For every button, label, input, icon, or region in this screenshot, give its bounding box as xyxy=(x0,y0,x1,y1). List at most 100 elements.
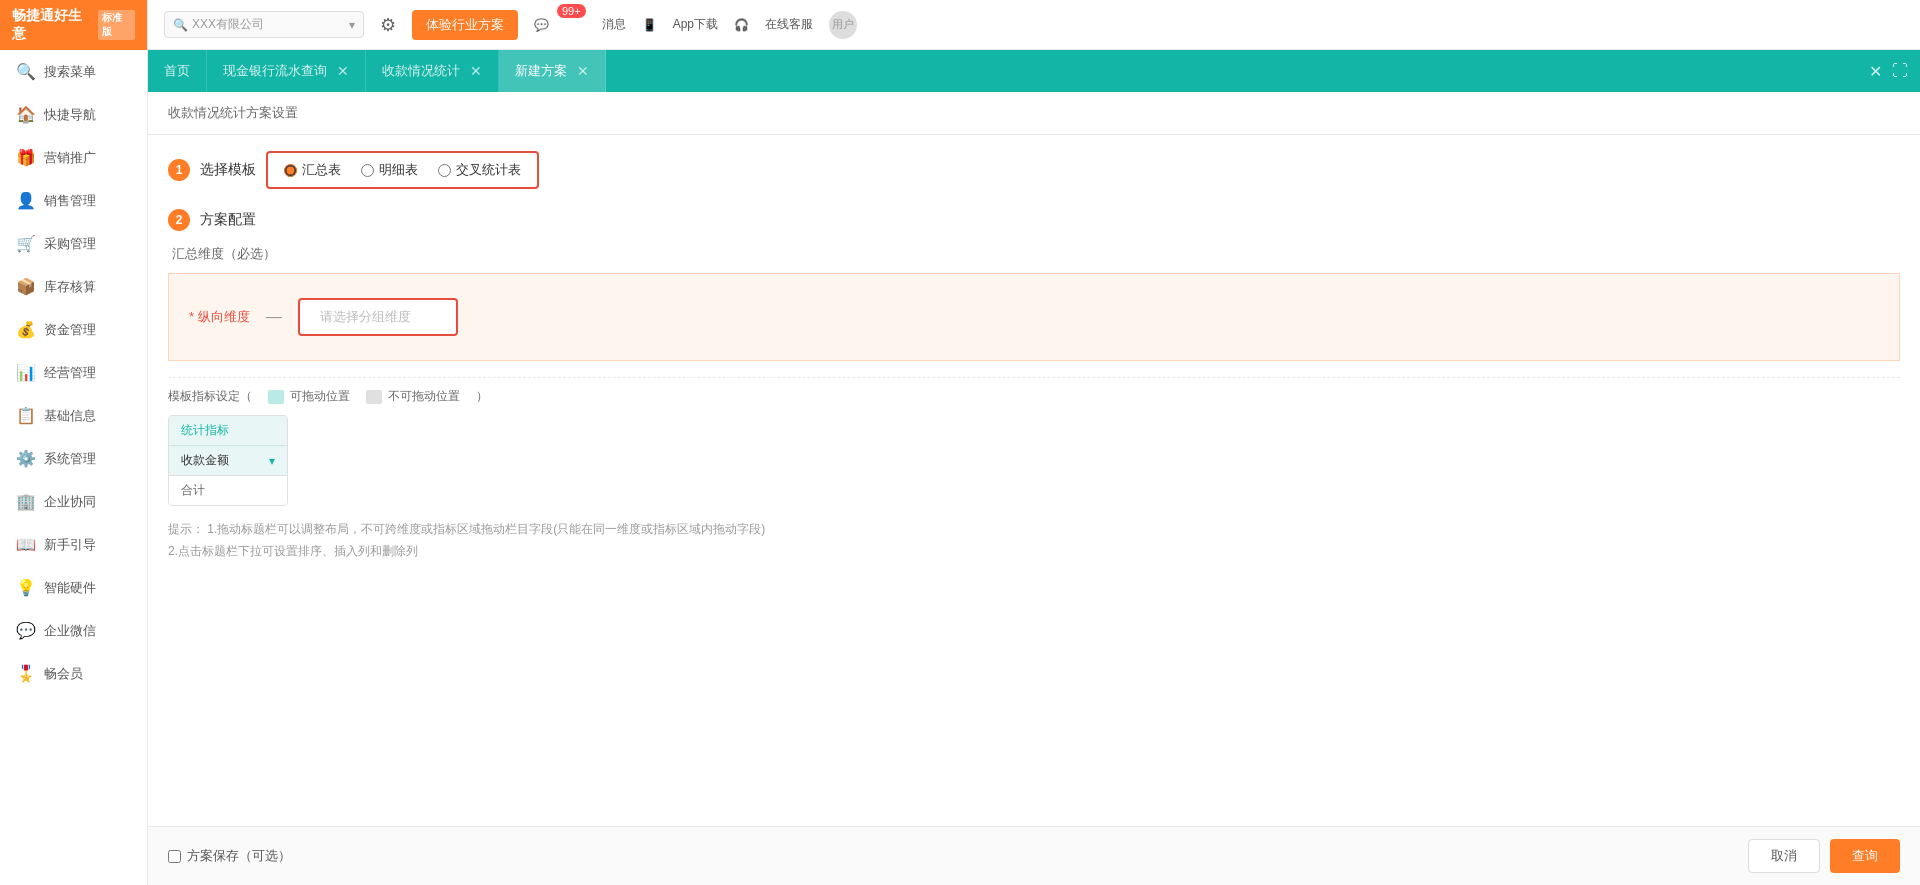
topbar: 🔍 XXX有限公司 ▾ ⚙ 体验行业方案 💬 99+ 消息 📱 App下载 🎧 … xyxy=(148,0,1920,50)
main-area: 🔍 XXX有限公司 ▾ ⚙ 体验行业方案 💬 99+ 消息 📱 App下载 🎧 … xyxy=(148,0,1920,885)
template-options: 汇总表 明细表 交叉统计表 xyxy=(266,151,539,189)
chevron-down-icon: ▾ xyxy=(349,18,355,32)
sidebar-item-inventory[interactable]: 📦 库存核算 xyxy=(0,265,147,308)
building-icon: 🏢 xyxy=(16,492,36,511)
sidebar-item-label: 采购管理 xyxy=(44,235,96,253)
tip-2: 2.点击标题栏下拉可设置排序、插入列和删除列 xyxy=(168,541,1900,563)
sidebar-item-finance[interactable]: 💰 资金管理 xyxy=(0,308,147,351)
settings-gear-icon[interactable]: ⚙ xyxy=(380,14,396,36)
radio-summary-input[interactable] xyxy=(284,164,297,177)
metrics-table-header: 统计指标 xyxy=(169,416,287,446)
radio-cross-input[interactable] xyxy=(438,164,451,177)
sidebar-item-label: 畅会员 xyxy=(44,665,83,683)
sidebar-item-operation[interactable]: 📊 经营管理 xyxy=(0,351,147,394)
radio-summary-label: 汇总表 xyxy=(302,161,341,179)
sidebar-item-quick-nav[interactable]: 🏠 快捷导航 xyxy=(0,93,147,136)
message-label[interactable]: 消息 xyxy=(602,16,626,33)
sidebar-item-label: 搜索菜单 xyxy=(44,63,96,81)
tab-expand-icon[interactable]: ⛶ xyxy=(1892,62,1908,80)
message-badge: 99+ xyxy=(557,4,586,18)
save-checkbox[interactable] xyxy=(168,850,181,863)
dimension-select[interactable]: 请选择分组维度 xyxy=(298,298,458,336)
legend-fixed: 不可拖动位置 xyxy=(366,388,460,405)
download-label[interactable]: App下载 xyxy=(673,16,718,33)
tab-home[interactable]: 首页 xyxy=(148,50,207,92)
sidebar-item-system[interactable]: ⚙️ 系统管理 xyxy=(0,437,147,480)
step2-num: 2 xyxy=(168,209,190,231)
logo-text: 畅捷通好生意 xyxy=(12,7,94,43)
step2-header: 2 方案配置 xyxy=(168,209,1900,231)
sidebar-item-marketing[interactable]: 🎁 营销推广 xyxy=(0,136,147,179)
sidebar-item-basic[interactable]: 📋 基础信息 xyxy=(0,394,147,437)
step2-section: 2 方案配置 汇总维度（必选） 纵向维度 — 请选择分组维度 模板指标设定（ xyxy=(168,209,1900,572)
book-icon: 📖 xyxy=(16,535,36,554)
tab-new-plan[interactable]: 新建方案 ✕ xyxy=(499,50,606,92)
avatar[interactable]: 用户 xyxy=(829,11,857,39)
sidebar-item-label: 营销推广 xyxy=(44,149,96,167)
tab-new-plan-close-icon[interactable]: ✕ xyxy=(577,63,589,79)
draggable-legend-label: 可拖动位置 xyxy=(290,388,350,405)
metrics-header: 模板指标设定（ 可拖动位置 不可拖动位置 ） xyxy=(168,377,1900,415)
version-badge: 标准版 xyxy=(98,10,135,40)
sidebar-item-hardware[interactable]: 💡 智能硬件 xyxy=(0,566,147,609)
sidebar-item-label: 系统管理 xyxy=(44,450,96,468)
radio-detail-input[interactable] xyxy=(361,164,374,177)
sidebar-item-label: 资金管理 xyxy=(44,321,96,339)
industry-plan-button[interactable]: 体验行业方案 xyxy=(412,10,518,40)
bottom-actions: 取消 查询 xyxy=(1748,839,1900,873)
save-option: 方案保存（可选） xyxy=(168,847,291,865)
home-icon: 🏠 xyxy=(16,105,36,124)
sidebar-item-wechat[interactable]: 💬 企业微信 xyxy=(0,609,147,652)
sidebar-item-member[interactable]: 🎖️ 畅会员 xyxy=(0,652,147,695)
metrics-label-start: 模板指标设定（ xyxy=(168,388,252,405)
dimension-label: 汇总维度（必选） xyxy=(168,245,1900,263)
metrics-label-end: ） xyxy=(476,388,488,405)
search-placeholder: XXX有限公司 xyxy=(192,16,264,33)
tips-section: 提示： 1.拖动标题栏可以调整布局，不可跨维度或指标区域拖动栏目字段(只能在同一… xyxy=(168,509,1900,572)
cart-icon: 🛒 xyxy=(16,234,36,253)
sidebar-logo: 畅捷通好生意 标准版 xyxy=(0,0,147,50)
chat-icon: 💬 xyxy=(16,621,36,640)
cancel-button[interactable]: 取消 xyxy=(1748,839,1820,873)
sidebar-item-enterprise[interactable]: 🏢 企业协同 xyxy=(0,480,147,523)
fixed-legend-box xyxy=(366,390,382,404)
page-header: 收款情况统计方案设置 xyxy=(148,92,1920,135)
sidebar: 畅捷通好生意 标准版 🔍 搜索菜单 🏠 快捷导航 🎁 营销推广 👤 销售管理 🛒… xyxy=(0,0,148,885)
radio-detail[interactable]: 明细表 xyxy=(361,161,418,179)
query-button[interactable]: 查询 xyxy=(1830,839,1900,873)
sidebar-item-label: 新手引导 xyxy=(44,536,96,554)
metrics-row-dropdown-icon[interactable]: ▾ xyxy=(269,454,275,468)
box-icon: 📦 xyxy=(16,277,36,296)
sidebar-item-label: 企业协同 xyxy=(44,493,96,511)
vertical-dim-label: 纵向维度 xyxy=(189,308,250,326)
page-content: 收款情况统计方案设置 1 选择模板 汇总表 明细表 xyxy=(148,92,1920,885)
avatar-text: 用户 xyxy=(832,17,854,32)
tab-receipt-stats[interactable]: 收款情况统计 ✕ xyxy=(366,50,499,92)
dim-arrow-icon: — xyxy=(266,308,282,326)
step1-title: 选择模板 xyxy=(200,161,256,179)
search-icon: 🔍 xyxy=(16,62,36,81)
metrics-table-row[interactable]: 收款金额 ▾ xyxy=(169,446,287,475)
tab-receipt-stats-close-icon[interactable]: ✕ xyxy=(470,63,482,79)
sidebar-item-label: 销售管理 xyxy=(44,192,96,210)
tab-bank-flow-close-icon[interactable]: ✕ xyxy=(337,63,349,79)
search-icon-small: 🔍 xyxy=(173,18,188,32)
sidebar-item-sales[interactable]: 👤 销售管理 xyxy=(0,179,147,222)
radio-summary[interactable]: 汇总表 xyxy=(284,161,341,179)
clipboard-icon: 📋 xyxy=(16,406,36,425)
tab-bank-flow[interactable]: 现金银行流水查询 ✕ xyxy=(207,50,366,92)
bulb-icon: 💡 xyxy=(16,578,36,597)
sidebar-item-purchase[interactable]: 🛒 采购管理 xyxy=(0,222,147,265)
search-box[interactable]: 🔍 XXX有限公司 ▾ xyxy=(164,11,364,38)
sidebar-item-guide[interactable]: 📖 新手引导 xyxy=(0,523,147,566)
radio-detail-label: 明细表 xyxy=(379,161,418,179)
service-label[interactable]: 在线客服 xyxy=(765,16,813,33)
sidebar-item-label: 快捷导航 xyxy=(44,106,96,124)
radio-cross[interactable]: 交叉统计表 xyxy=(438,161,521,179)
sidebar-item-search[interactable]: 🔍 搜索菜单 xyxy=(0,50,147,93)
step1-section: 1 选择模板 汇总表 明细表 交叉统计表 xyxy=(168,151,1900,189)
metrics-row-label: 收款金额 xyxy=(181,452,229,469)
sidebar-item-label: 企业微信 xyxy=(44,622,96,640)
save-label: 方案保存（可选） xyxy=(187,847,291,865)
tab-close-all-icon[interactable]: ✕ xyxy=(1869,62,1882,81)
